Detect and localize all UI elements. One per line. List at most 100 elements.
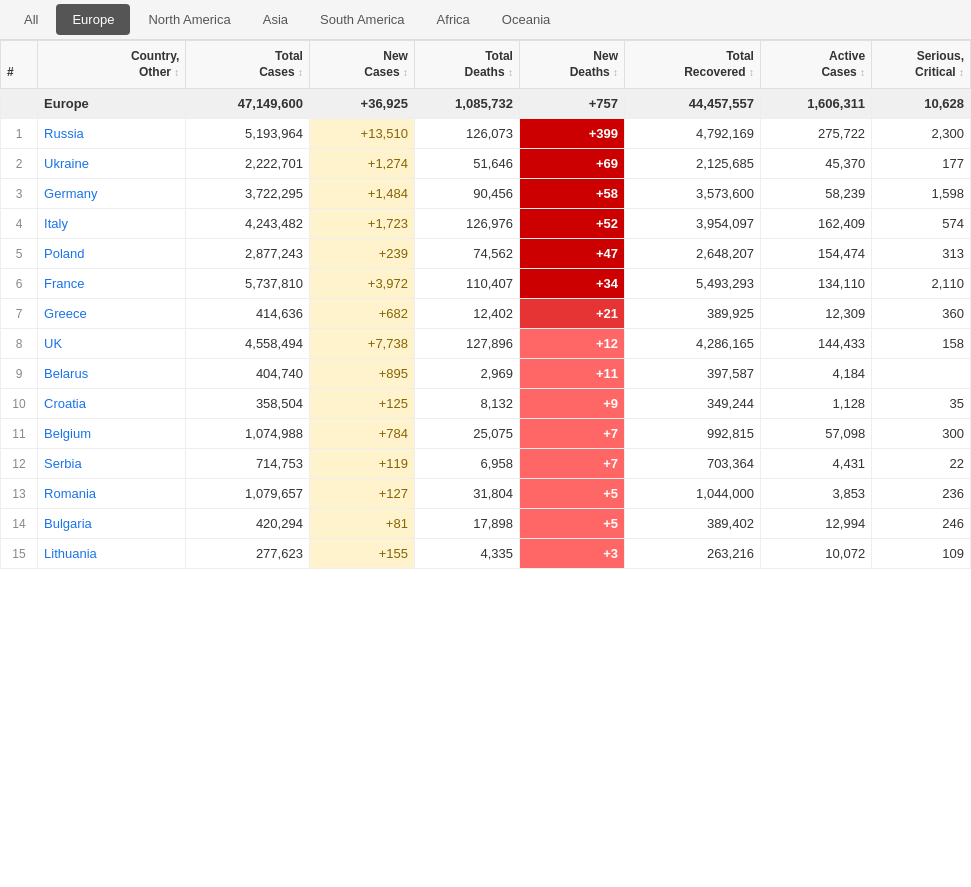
country-link[interactable]: Greece <box>44 306 87 321</box>
new-deaths: +69 <box>519 149 624 179</box>
table-row: 3Germany3,722,295+1,48490,456+583,573,60… <box>1 179 971 209</box>
new-cases: +155 <box>309 539 414 569</box>
serious-critical: 158 <box>872 329 971 359</box>
total-cases: 1,079,657 <box>186 479 310 509</box>
tab-bar: AllEuropeNorth AmericaAsiaSouth AmericaA… <box>0 0 971 40</box>
col-header-3[interactable]: NewCases ↕ <box>309 41 414 89</box>
active-cases: 45,370 <box>760 149 871 179</box>
new-cases: +1,723 <box>309 209 414 239</box>
country-link[interactable]: Italy <box>44 216 68 231</box>
country-link[interactable]: Belarus <box>44 366 88 381</box>
active-cases: 10,072 <box>760 539 871 569</box>
col-header-4[interactable]: TotalDeaths ↕ <box>414 41 519 89</box>
new-deaths: +34 <box>519 269 624 299</box>
new-cases: +1,484 <box>309 179 414 209</box>
country-link[interactable]: Ukraine <box>44 156 89 171</box>
table-row: 15Lithuania277,623+1554,335+3263,21610,0… <box>1 539 971 569</box>
country-link[interactable]: France <box>44 276 84 291</box>
tab-north-america[interactable]: North America <box>132 4 246 35</box>
total-cases: 2,222,701 <box>186 149 310 179</box>
table-row: 5Poland2,877,243+23974,562+472,648,20715… <box>1 239 971 269</box>
row-number: 15 <box>1 539 38 569</box>
row-number: 7 <box>1 299 38 329</box>
tab-africa[interactable]: Africa <box>421 4 486 35</box>
country-link[interactable]: Croatia <box>44 396 86 411</box>
country-link[interactable]: Lithuania <box>44 546 97 561</box>
serious-critical: 574 <box>872 209 971 239</box>
active-cases: 12,994 <box>760 509 871 539</box>
country-link[interactable]: Serbia <box>44 456 82 471</box>
total-cases: 1,074,988 <box>186 419 310 449</box>
country-link[interactable]: Bulgaria <box>44 516 92 531</box>
country-link[interactable]: Romania <box>44 486 96 501</box>
row-number: 14 <box>1 509 38 539</box>
new-deaths: +21 <box>519 299 624 329</box>
recovered: 992,815 <box>624 419 760 449</box>
total-cases: 414,636 <box>186 299 310 329</box>
recovered: 703,364 <box>624 449 760 479</box>
country-link[interactable]: Germany <box>44 186 97 201</box>
new-deaths: +7 <box>519 449 624 479</box>
total-cases: 714,753 <box>186 449 310 479</box>
country-link[interactable]: Belgium <box>44 426 91 441</box>
new-cases: +895 <box>309 359 414 389</box>
row-number: 11 <box>1 419 38 449</box>
tab-all[interactable]: All <box>8 4 54 35</box>
new-deaths: +5 <box>519 479 624 509</box>
active-cases: 154,474 <box>760 239 871 269</box>
total-deaths: 126,073 <box>414 119 519 149</box>
table-row: 6France5,737,810+3,972110,407+345,493,29… <box>1 269 971 299</box>
recovered: 349,244 <box>624 389 760 419</box>
new-cases: +784 <box>309 419 414 449</box>
serious-critical <box>872 359 971 389</box>
recovered: 2,648,207 <box>624 239 760 269</box>
tab-europe[interactable]: Europe <box>56 4 130 35</box>
total-deaths: 126,976 <box>414 209 519 239</box>
new-deaths: +9 <box>519 389 624 419</box>
new-cases: +119 <box>309 449 414 479</box>
col-header-5[interactable]: NewDeaths ↕ <box>519 41 624 89</box>
new-deaths: +7 <box>519 419 624 449</box>
serious-critical: 109 <box>872 539 971 569</box>
active-cases: 58,239 <box>760 179 871 209</box>
active-cases: 12,309 <box>760 299 871 329</box>
recovered: 3,573,600 <box>624 179 760 209</box>
covid-table: #Country,Other ↕TotalCases ↕NewCases ↕To… <box>0 40 971 569</box>
total-cases: 358,504 <box>186 389 310 419</box>
table-row: 1Russia5,193,964+13,510126,073+3994,792,… <box>1 119 971 149</box>
serious-critical: 300 <box>872 419 971 449</box>
recovered: 4,286,165 <box>624 329 760 359</box>
country-link[interactable]: Poland <box>44 246 84 261</box>
tab-south-america[interactable]: South America <box>304 4 421 35</box>
recovered: 2,125,685 <box>624 149 760 179</box>
tab-oceania[interactable]: Oceania <box>486 4 566 35</box>
country-link[interactable]: UK <box>44 336 62 351</box>
table-row: 13Romania1,079,657+12731,804+51,044,0003… <box>1 479 971 509</box>
recovered: 263,216 <box>624 539 760 569</box>
total-deaths: 110,407 <box>414 269 519 299</box>
active-cases: 3,853 <box>760 479 871 509</box>
total-deaths: 4,335 <box>414 539 519 569</box>
tab-asia[interactable]: Asia <box>247 4 304 35</box>
new-deaths: +58 <box>519 179 624 209</box>
serious-critical: 35 <box>872 389 971 419</box>
recovered: 389,925 <box>624 299 760 329</box>
serious-critical: 360 <box>872 299 971 329</box>
recovered: 397,587 <box>624 359 760 389</box>
col-header-6[interactable]: TotalRecovered ↕ <box>624 41 760 89</box>
total-deaths: 6,958 <box>414 449 519 479</box>
col-header-1[interactable]: Country,Other ↕ <box>38 41 186 89</box>
col-header-2[interactable]: TotalCases ↕ <box>186 41 310 89</box>
new-deaths: +52 <box>519 209 624 239</box>
active-cases: 162,409 <box>760 209 871 239</box>
active-cases: 4,184 <box>760 359 871 389</box>
total-deaths: 12,402 <box>414 299 519 329</box>
recovered: 4,792,169 <box>624 119 760 149</box>
country-link[interactable]: Russia <box>44 126 84 141</box>
row-number: 12 <box>1 449 38 479</box>
table-row: 8UK4,558,494+7,738127,896+124,286,165144… <box>1 329 971 359</box>
serious-critical: 2,110 <box>872 269 971 299</box>
col-header-8[interactable]: Serious,Critical ↕ <box>872 41 971 89</box>
col-header-7[interactable]: ActiveCases ↕ <box>760 41 871 89</box>
total-deaths: 31,804 <box>414 479 519 509</box>
